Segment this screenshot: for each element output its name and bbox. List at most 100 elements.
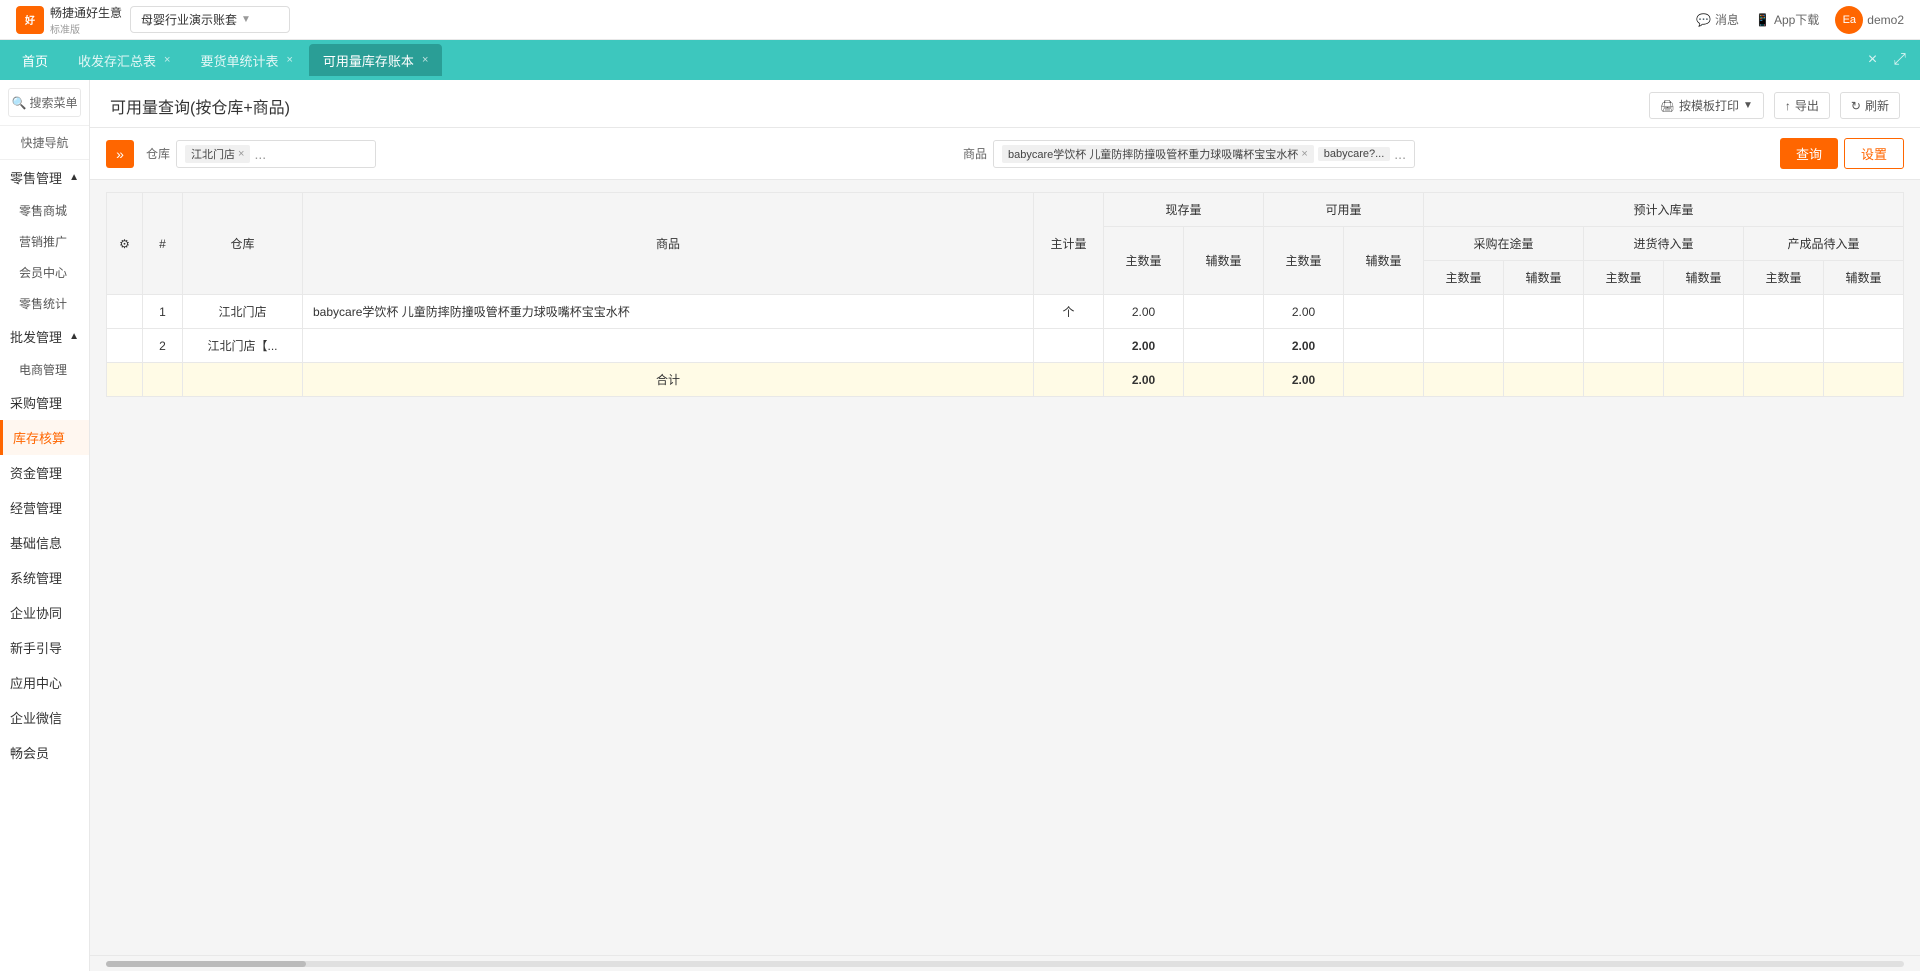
sidebar-section-operations[interactable]: 经营管理 bbox=[0, 490, 89, 525]
row-finished-aux bbox=[1824, 329, 1904, 363]
row-stock-aux bbox=[1184, 295, 1264, 329]
sidebar-section-purchase[interactable]: 采购管理 bbox=[0, 385, 89, 420]
header-right: 💬 消息 📱 App下载 Ea demo2 bbox=[1696, 6, 1904, 34]
product-input[interactable]: babycare学饮杯 儿童防摔防撞吸管杯重力球吸嘴杯宝宝水杯 × babyca… bbox=[993, 140, 1415, 168]
row-unit bbox=[1034, 329, 1104, 363]
row-incoming-main bbox=[1584, 295, 1664, 329]
incoming-main-header: 主数量 bbox=[1584, 261, 1664, 295]
footer-empty bbox=[1824, 363, 1904, 397]
sidebar-item-marketing[interactable]: 营销推广 bbox=[0, 226, 89, 257]
product-tag: babycare学饮杯 儿童防摔防撞吸管杯重力球吸嘴杯宝宝水杯 × bbox=[1002, 145, 1314, 163]
page-header: 可用量查询(按仓库+商品) 🖨 按模板打印 ▼ ↑ 导出 ↻ 刷新 bbox=[90, 80, 1920, 128]
row-pur-transit-main bbox=[1424, 295, 1504, 329]
logo-area: 好 畅捷通好生意 标准版 bbox=[16, 4, 122, 36]
settings-button[interactable]: 设置 bbox=[1844, 138, 1904, 169]
sidebar-section-member[interactable]: 畅会员 bbox=[0, 735, 89, 770]
footer-row: 合计 2.00 2.00 bbox=[107, 363, 1904, 397]
row-avail-aux bbox=[1344, 329, 1424, 363]
footer-empty bbox=[107, 363, 143, 397]
scrollbar-track[interactable] bbox=[106, 961, 1904, 967]
sidebar-item-retail-stats[interactable]: 零售统计 bbox=[0, 288, 89, 319]
product-label: 商品 bbox=[963, 145, 987, 162]
sidebar-item-members[interactable]: 会员中心 bbox=[0, 257, 89, 288]
warehouse-input[interactable]: 江北门店 × ... bbox=[176, 140, 376, 168]
sidebar-section-guide[interactable]: 新手引导 bbox=[0, 630, 89, 665]
bottom-scrollbar[interactable] bbox=[90, 955, 1920, 971]
sidebar-section-retail[interactable]: 零售管理 ▲ bbox=[0, 160, 89, 195]
tab-home[interactable]: 首页 bbox=[8, 44, 62, 76]
filter-actions: 查询 设置 bbox=[1780, 138, 1904, 169]
sidebar-section-collab[interactable]: 企业协同 bbox=[0, 595, 89, 630]
logo-icon: 好 bbox=[16, 6, 44, 34]
sidebar-section-wechat[interactable]: 企业微信 bbox=[0, 700, 89, 735]
current-stock-group-header: 现存量 bbox=[1104, 193, 1264, 227]
row-product: babycare学饮杯 儿童防摔防撞吸管杯重力球吸嘴杯宝宝水杯 bbox=[303, 295, 1034, 329]
row-stock-main: 2.00 bbox=[1104, 329, 1184, 363]
row-avail-main: 2.00 bbox=[1264, 295, 1344, 329]
message-button[interactable]: 💬 消息 bbox=[1696, 11, 1739, 28]
pur-transit-main-header: 主数量 bbox=[1424, 261, 1504, 295]
sidebar-item-retail-mall[interactable]: 零售商城 bbox=[0, 195, 89, 226]
print-button[interactable]: 🖨 按模板打印 ▼ bbox=[1649, 92, 1764, 119]
sidebar-section-inventory[interactable]: 库存核算 bbox=[0, 420, 89, 455]
search-icon: 🔍 bbox=[12, 96, 27, 110]
page-header-actions: 🖨 按模板打印 ▼ ↑ 导出 ↻ 刷新 bbox=[1649, 92, 1900, 119]
table-row: 1 江北门店 babycare学饮杯 儿童防摔防撞吸管杯重力球吸嘴杯宝宝水杯 个… bbox=[107, 295, 1904, 329]
sidebar-section-basic-info[interactable]: 基础信息 bbox=[0, 525, 89, 560]
available-group-header: 可用量 bbox=[1264, 193, 1424, 227]
sidebar-section-system[interactable]: 系统管理 bbox=[0, 560, 89, 595]
warehouse-filter-group: 仓库 江北门店 × ... bbox=[146, 140, 951, 168]
row-unit: 个 bbox=[1034, 295, 1104, 329]
close-tab-icon[interactable]: × bbox=[286, 54, 292, 66]
row-settings bbox=[107, 329, 143, 363]
stock-main-qty-header: 主数量 bbox=[1104, 227, 1184, 295]
tab-available-inventory[interactable]: 可用量库存账本 × bbox=[309, 44, 442, 76]
sidebar-section-wholesale[interactable]: 批发管理 ▲ bbox=[0, 319, 89, 354]
table-row: 2 江北门店【... 2.00 2.00 bbox=[107, 329, 1904, 363]
product-column-header: 商品 bbox=[303, 193, 1034, 295]
close-tab-icon[interactable]: × bbox=[422, 54, 428, 66]
pur-transit-group-header: 采购在途量 bbox=[1424, 227, 1584, 261]
incoming-group-header: 进货待入量 bbox=[1584, 227, 1744, 261]
footer-empty bbox=[1034, 363, 1104, 397]
row-finished-main bbox=[1744, 295, 1824, 329]
export-button[interactable]: ↑ 导出 bbox=[1774, 92, 1830, 119]
content-area: 可用量查询(按仓库+商品) 🖨 按模板打印 ▼ ↑ 导出 ↻ 刷新 bbox=[90, 80, 1920, 971]
user-menu[interactable]: Ea demo2 bbox=[1835, 6, 1904, 34]
footer-empty bbox=[183, 363, 303, 397]
sidebar-search-area: 🔍 搜索菜单 bbox=[0, 80, 89, 126]
finished-group-header: 产成品待入量 bbox=[1744, 227, 1904, 261]
sidebar-section-finance[interactable]: 资金管理 bbox=[0, 455, 89, 490]
finished-aux-header: 辅数量 bbox=[1824, 261, 1904, 295]
product-more-options-icon[interactable]: ... bbox=[1394, 146, 1406, 162]
sidebar-quick-nav[interactable]: 快捷导航 bbox=[0, 126, 89, 160]
settings-column-header[interactable]: ⚙ bbox=[107, 193, 143, 295]
logo-text: 畅捷通好生意 标准版 bbox=[50, 4, 122, 36]
industry-selector[interactable]: 母婴行业演示账套 ▼ bbox=[130, 6, 290, 33]
message-icon: 💬 bbox=[1696, 13, 1711, 27]
print-icon: 🖨 bbox=[1660, 99, 1675, 113]
sidebar-section-app-center[interactable]: 应用中心 bbox=[0, 665, 89, 700]
download-icon: 📱 bbox=[1755, 13, 1770, 27]
top-header: 好 畅捷通好生意 标准版 母婴行业演示账套 ▼ 💬 消息 📱 App下载 Ea … bbox=[0, 0, 1920, 40]
product-filter-group: 商品 babycare学饮杯 儿童防摔防撞吸管杯重力球吸嘴杯宝宝水杯 × bab… bbox=[963, 140, 1768, 168]
row-finished-aux bbox=[1824, 295, 1904, 329]
data-table: ⚙ # 仓库 商品 主计量 现存量 可用量 预计入库量 主数量 辅数量 主数量 bbox=[106, 192, 1904, 397]
more-options-icon[interactable]: ... bbox=[254, 146, 266, 162]
remove-product-tag[interactable]: × bbox=[1301, 148, 1307, 160]
close-all-button[interactable]: × bbox=[1862, 49, 1883, 71]
query-button[interactable]: 查询 bbox=[1780, 138, 1838, 169]
remove-warehouse-tag[interactable]: × bbox=[238, 148, 244, 160]
finished-main-header: 主数量 bbox=[1744, 261, 1824, 295]
tab-collection-summary[interactable]: 收发存汇总表 × bbox=[64, 44, 184, 76]
close-tab-icon[interactable]: × bbox=[164, 54, 170, 66]
footer-empty bbox=[1184, 363, 1264, 397]
search-menu-button[interactable]: 🔍 搜索菜单 bbox=[8, 88, 81, 117]
filter-toggle-button[interactable]: » bbox=[106, 140, 134, 168]
tab-order-stats[interactable]: 要货单统计表 × bbox=[186, 44, 306, 76]
sidebar-item-ecommerce[interactable]: 电商管理 bbox=[0, 354, 89, 385]
fullscreen-button[interactable]: ⤢ bbox=[1887, 49, 1912, 71]
app-download-button[interactable]: 📱 App下载 bbox=[1755, 11, 1819, 28]
refresh-button[interactable]: ↻ 刷新 bbox=[1840, 92, 1900, 119]
scrollbar-thumb[interactable] bbox=[106, 961, 306, 967]
